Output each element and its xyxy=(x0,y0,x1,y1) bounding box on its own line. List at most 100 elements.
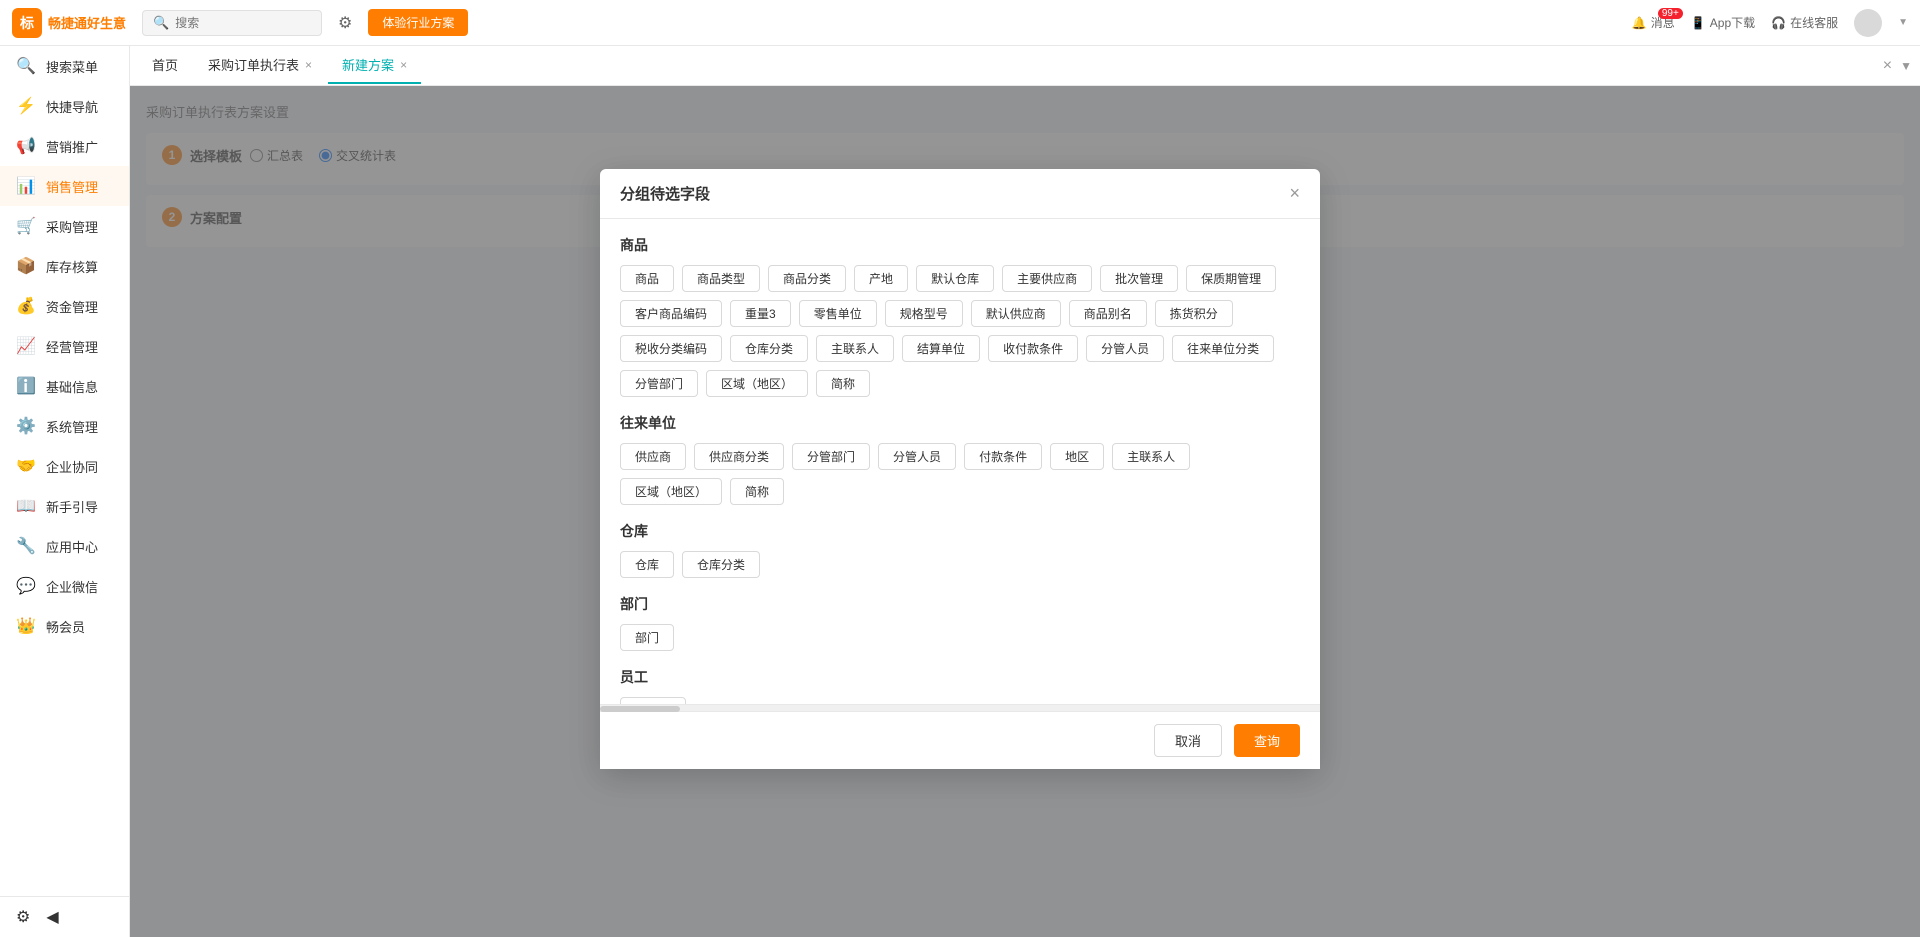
sidebar-icon-12: 🔧 xyxy=(16,536,36,556)
sidebar-item-14[interactable]: 👑畅会员 xyxy=(0,606,129,646)
field-tag-0-11[interactable]: 规格型号 xyxy=(885,300,963,327)
sidebar-icon-4: 🛒 xyxy=(16,216,36,236)
section-fields-1: 供应商供应商分类分管部门分管人员付款条件地区主联系人区域（地区） 简称 xyxy=(620,443,1300,505)
top-header: 标 畅捷通好生意 🔍 ⚙ 体验行业方案 🔔 消息 99+ 📱 App下载 🎧 在… xyxy=(0,0,1920,46)
field-tag-0-17[interactable]: 主联系人 xyxy=(816,335,894,362)
field-tag-0-22[interactable]: 分管部门 xyxy=(620,370,698,397)
modal-horizontal-scrollbar[interactable] xyxy=(600,704,1320,710)
sidebar-item-4[interactable]: 🛒采购管理 xyxy=(0,206,129,246)
field-tag-0-23[interactable]: 区域（地区） xyxy=(706,370,808,397)
sidebar-icon-2: 📢 xyxy=(16,136,36,156)
section-title-3: 部门 xyxy=(620,594,1300,614)
sidebar-item-2[interactable]: 📢营销推广 xyxy=(0,126,129,166)
field-tag-0-9[interactable]: 重量3 xyxy=(730,300,791,327)
app-download-area[interactable]: 📱 App下载 xyxy=(1691,14,1755,31)
user-menu-arrow[interactable]: ▼ xyxy=(1898,17,1908,28)
sidebar-item-6[interactable]: 💰资金管理 xyxy=(0,286,129,326)
gear-icon[interactable]: ⚙ xyxy=(338,13,352,33)
logo-text: 畅捷通好生意 xyxy=(48,13,126,32)
modal-header: 分组待选字段 × xyxy=(600,169,1320,219)
header-search: 🔍 ⚙ 体验行业方案 xyxy=(142,9,1632,36)
sidebar: 🔍搜索菜单⚡快捷导航📢营销推广📊销售管理🛒采购管理📦库存核算💰资金管理📈经营管理… xyxy=(0,46,130,937)
field-tag-0-0[interactable]: 商品 xyxy=(620,265,674,292)
settings-icon[interactable]: ⚙ xyxy=(16,907,30,927)
field-tag-1-2[interactable]: 分管部门 xyxy=(792,443,870,470)
field-tag-0-18[interactable]: 结算单位 xyxy=(902,335,980,362)
avatar[interactable] xyxy=(1854,9,1882,37)
sidebar-icon-3: 📊 xyxy=(16,176,36,196)
field-tag-0-3[interactable]: 产地 xyxy=(854,265,908,292)
field-tag-0-4[interactable]: 默认仓库 xyxy=(916,265,994,292)
tab-bar: 首页 采购订单执行表 × 新建方案 × × ▼ xyxy=(130,46,1920,86)
sidebar-item-7[interactable]: 📈经营管理 xyxy=(0,326,129,366)
field-tag-0-24[interactable]: 简称 xyxy=(816,370,870,397)
sidebar-label-1: 快捷导航 xyxy=(46,97,98,116)
sidebar-item-0[interactable]: 🔍搜索菜单 xyxy=(0,46,129,86)
sidebar-item-1[interactable]: ⚡快捷导航 xyxy=(0,86,129,126)
field-tag-0-5[interactable]: 主要供应商 xyxy=(1002,265,1092,292)
field-tag-1-1[interactable]: 供应商分类 xyxy=(694,443,784,470)
field-tag-0-1[interactable]: 商品类型 xyxy=(682,265,760,292)
sidebar-item-3[interactable]: 📊销售管理 xyxy=(0,166,129,206)
tab-new-plan[interactable]: 新建方案 × xyxy=(328,47,421,84)
phone-icon: 📱 xyxy=(1691,16,1706,30)
sidebar-item-11[interactable]: 📖 新手引导 xyxy=(0,486,129,526)
notification-area[interactable]: 🔔 消息 99+ xyxy=(1632,14,1675,31)
tab-close-all[interactable]: × xyxy=(1883,57,1892,75)
tab-purchase-exec[interactable]: 采购订单执行表 × xyxy=(194,47,326,84)
field-tag-0-20[interactable]: 分管人员 xyxy=(1086,335,1164,362)
field-tag-1-8[interactable]: 简称 xyxy=(730,478,784,505)
field-tag-0-21[interactable]: 往来单位分类 xyxy=(1172,335,1274,362)
sidebar-item-12[interactable]: 🔧应用中心 xyxy=(0,526,129,566)
sidebar-label-13: 企业微信 xyxy=(46,577,98,596)
tab-menu-icon[interactable]: ▼ xyxy=(1900,59,1912,73)
field-tag-0-2[interactable]: 商品分类 xyxy=(768,265,846,292)
online-service-area[interactable]: 🎧 在线客服 xyxy=(1771,14,1838,31)
field-tag-0-6[interactable]: 批次管理 xyxy=(1100,265,1178,292)
field-tag-1-5[interactable]: 地区 xyxy=(1050,443,1104,470)
sidebar-item-5[interactable]: 📦库存核算 xyxy=(0,246,129,286)
experience-btn[interactable]: 体验行业方案 xyxy=(368,9,468,36)
field-tag-2-0[interactable]: 仓库 xyxy=(620,551,674,578)
field-tag-1-6[interactable]: 主联系人 xyxy=(1112,443,1190,470)
sidebar-item-9[interactable]: ⚙️系统管理 xyxy=(0,406,129,446)
field-tag-1-7[interactable]: 区域（地区） xyxy=(620,478,722,505)
modal-hscroll-thumb xyxy=(600,706,680,712)
field-tag-2-1[interactable]: 仓库分类 xyxy=(682,551,760,578)
sidebar-icon-6: 💰 xyxy=(16,296,36,316)
field-tag-4-0[interactable]: 业务员 xyxy=(620,697,686,705)
sidebar-label-11: 新手引导 xyxy=(46,497,98,516)
field-tag-0-7[interactable]: 保质期管理 xyxy=(1186,265,1276,292)
field-tag-1-3[interactable]: 分管人员 xyxy=(878,443,956,470)
section-2: 仓库仓库仓库分类 xyxy=(620,521,1300,578)
field-tag-0-15[interactable]: 税收分类编码 xyxy=(620,335,722,362)
sidebar-item-10[interactable]: 🤝企业协同 xyxy=(0,446,129,486)
confirm-button[interactable]: 查询 xyxy=(1234,724,1300,757)
sidebar-label-8: 基础信息 xyxy=(46,377,98,396)
search-input[interactable] xyxy=(175,16,295,30)
field-tag-0-8[interactable]: 客户商品编码 xyxy=(620,300,722,327)
field-tag-0-13[interactable]: 商品别名 xyxy=(1069,300,1147,327)
search-box[interactable]: 🔍 xyxy=(142,10,322,36)
field-tag-1-0[interactable]: 供应商 xyxy=(620,443,686,470)
sidebar-collapse-icon[interactable]: ◀ xyxy=(46,907,58,927)
cancel-button[interactable]: 取消 xyxy=(1154,724,1222,757)
sidebar-icon-11: 📖 xyxy=(16,496,36,516)
field-tag-0-19[interactable]: 收付款条件 xyxy=(988,335,1078,362)
field-tag-0-14[interactable]: 拣货积分 xyxy=(1155,300,1233,327)
sidebar-icon-9: ⚙️ xyxy=(16,416,36,436)
tab-new-plan-close[interactable]: × xyxy=(400,58,407,72)
tab-home[interactable]: 首页 xyxy=(138,47,192,84)
field-tag-0-10[interactable]: 零售单位 xyxy=(799,300,877,327)
tab-purchase-exec-close[interactable]: × xyxy=(305,58,312,72)
field-tag-3-0[interactable]: 部门 xyxy=(620,624,674,651)
field-tag-0-16[interactable]: 仓库分类 xyxy=(730,335,808,362)
tab-home-label: 首页 xyxy=(152,55,178,74)
sidebar-item-13[interactable]: 💬企业微信 xyxy=(0,566,129,606)
field-tag-0-12[interactable]: 默认供应商 xyxy=(971,300,1061,327)
modal-close-btn[interactable]: × xyxy=(1289,183,1300,204)
sidebar-label-5: 库存核算 xyxy=(46,257,98,276)
sidebar-label-7: 经营管理 xyxy=(46,337,98,356)
field-tag-1-4[interactable]: 付款条件 xyxy=(964,443,1042,470)
sidebar-item-8[interactable]: ℹ️基础信息 xyxy=(0,366,129,406)
